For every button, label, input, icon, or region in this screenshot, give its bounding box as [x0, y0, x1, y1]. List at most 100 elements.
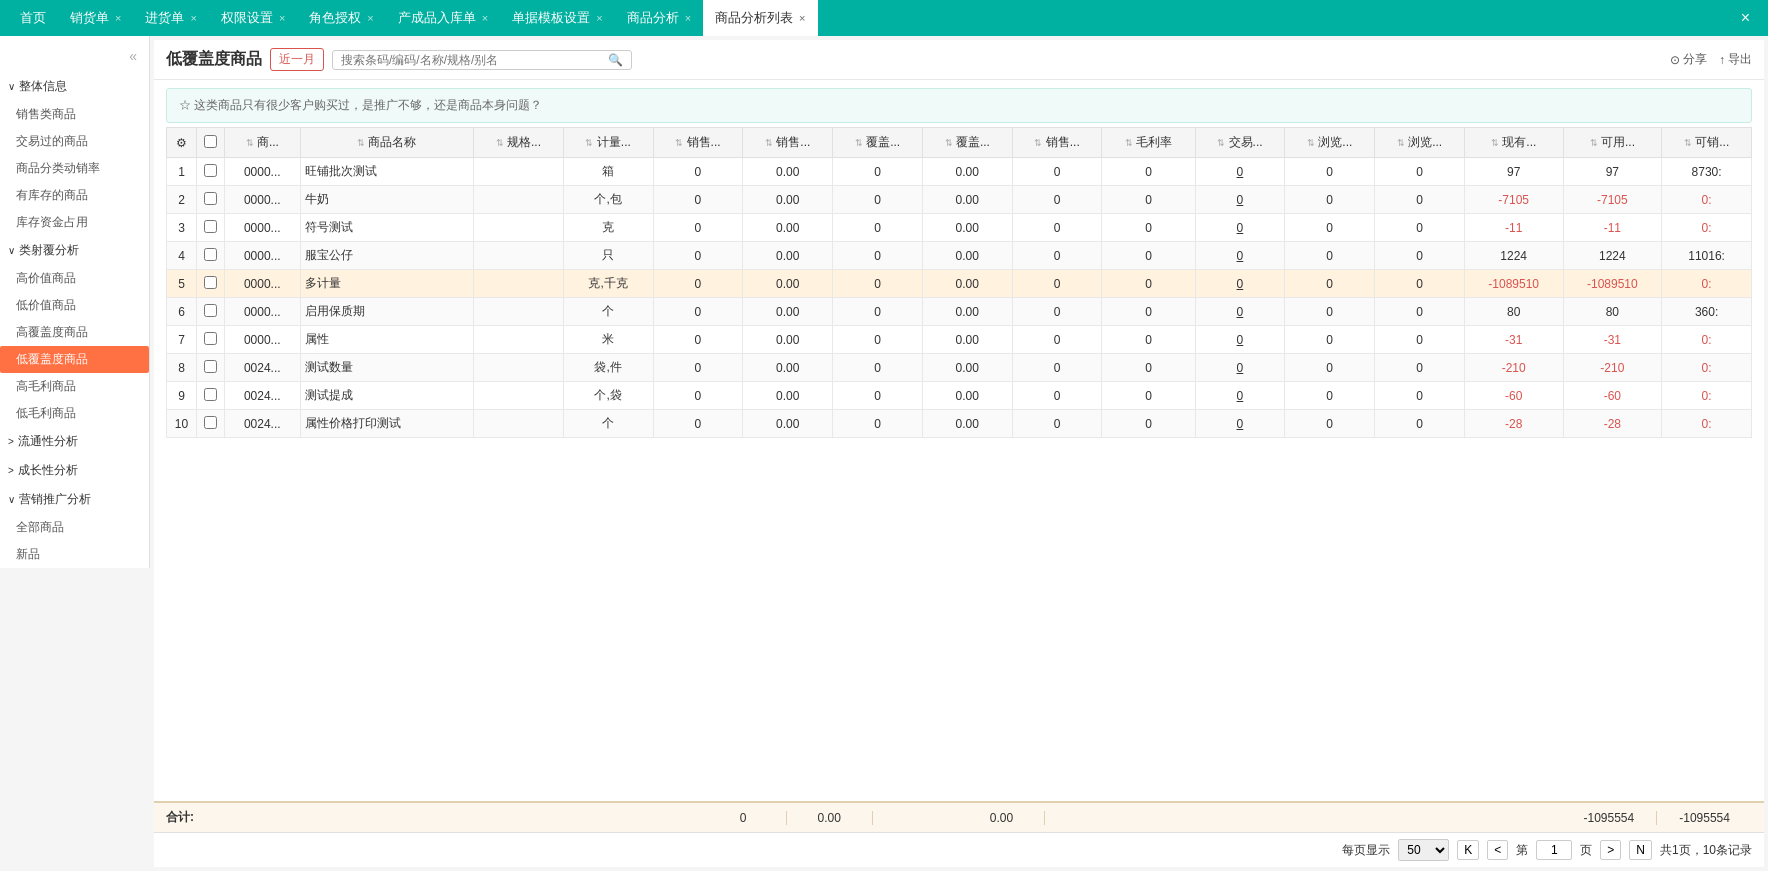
close-icon[interactable]: ×: [596, 12, 602, 24]
nav-product-analysis-list[interactable]: 商品分析列表 ×: [703, 0, 817, 36]
row-code: 0000...: [225, 158, 301, 186]
row-sales-qty: 0: [653, 242, 743, 270]
row-coverage1: 0: [833, 298, 923, 326]
search-icon[interactable]: 🔍: [608, 53, 623, 67]
sidebar-item-all-products[interactable]: 全部商品: [0, 514, 149, 541]
prev-page-button[interactable]: <: [1487, 840, 1508, 860]
row-sales-num: 0: [1012, 158, 1102, 186]
col-sales-amt[interactable]: ⇅ 销售...: [743, 128, 833, 158]
select-all-checkbox[interactable]: [204, 135, 217, 148]
row-sales-qty: 0: [653, 158, 743, 186]
col-available[interactable]: ⇅ 可销...: [1662, 128, 1752, 158]
nav-finished-goods[interactable]: 产成品入库单 ×: [386, 0, 500, 36]
row-checkbox[interactable]: [197, 186, 225, 214]
sort-icon: ⇅: [1590, 138, 1598, 148]
table-wrapper[interactable]: ⚙ ⇅ 商... ⇅ 商品名称 ⇅ 规格... ⇅ 计量... ⇅ 销售... …: [154, 127, 1764, 801]
sidebar-item-category-turnover[interactable]: 商品分类动销率: [0, 155, 149, 182]
first-page-button[interactable]: K: [1457, 840, 1479, 860]
row-unit: 箱: [563, 158, 653, 186]
last-page-button[interactable]: N: [1629, 840, 1652, 860]
sidebar-item-high-value[interactable]: 高价值商品: [0, 265, 149, 292]
row-checkbox[interactable]: [197, 382, 225, 410]
col-checkbox[interactable]: [197, 128, 225, 158]
share-button[interactable]: ⊙ 分享: [1670, 51, 1707, 68]
sidebar-item-stocked-products[interactable]: 有库存的商品: [0, 182, 149, 209]
col-unit[interactable]: ⇅ 计量...: [563, 128, 653, 158]
sidebar-item-high-coverage[interactable]: 高覆盖度商品: [0, 319, 149, 346]
row-checkbox[interactable]: [197, 214, 225, 242]
row-checkbox[interactable]: [197, 270, 225, 298]
col-settings[interactable]: ⚙: [167, 128, 197, 158]
row-unit: 克,千克: [563, 270, 653, 298]
row-checkbox[interactable]: [197, 298, 225, 326]
export-icon: ↑: [1719, 53, 1725, 67]
sidebar-section-liquidity[interactable]: > 流通性分析: [0, 427, 149, 456]
row-unit: 米: [563, 326, 653, 354]
sidebar-section-growth[interactable]: > 成长性分析: [0, 456, 149, 485]
close-icon[interactable]: ×: [482, 12, 488, 24]
row-checkbox[interactable]: [197, 410, 225, 438]
total-records-label: 共1页，10条记录: [1660, 842, 1752, 859]
nav-product-analysis[interactable]: 商品分析 ×: [615, 0, 703, 36]
col-view2[interactable]: ⇅ 浏览...: [1375, 128, 1465, 158]
row-sales-num: 0: [1012, 298, 1102, 326]
per-page-select[interactable]: 50 20 100: [1398, 839, 1449, 861]
sidebar-section-coverage[interactable]: ∨ 类射覆分析: [0, 236, 149, 265]
col-trade[interactable]: ⇅ 交易...: [1195, 128, 1285, 158]
sidebar-section-marketing[interactable]: ∨ 营销推广分析: [0, 485, 149, 514]
search-input[interactable]: [341, 53, 604, 67]
col-stock1[interactable]: ⇅ 现有...: [1464, 128, 1563, 158]
col-sales-num[interactable]: ⇅ 销售...: [1012, 128, 1102, 158]
col-view1[interactable]: ⇅ 浏览...: [1285, 128, 1375, 158]
close-icon[interactable]: ×: [685, 12, 691, 24]
row-trade: 0: [1195, 354, 1285, 382]
row-sales-num: 0: [1012, 270, 1102, 298]
nav-template-settings[interactable]: 单据模板设置 ×: [500, 0, 614, 36]
content-header: 低覆盖度商品 近一月 🔍 ⊙ 分享 ↑ 导出: [154, 40, 1764, 80]
row-checkbox[interactable]: [197, 326, 225, 354]
nav-purchase-order[interactable]: 进货单 ×: [133, 0, 208, 36]
col-spec[interactable]: ⇅ 规格...: [473, 128, 563, 158]
sidebar-section-overview[interactable]: ∨ 整体信息: [0, 72, 149, 101]
time-filter-button[interactable]: 近一月: [270, 48, 324, 71]
close-icon[interactable]: ×: [190, 12, 196, 24]
search-box: 🔍: [332, 50, 632, 70]
row-checkbox[interactable]: [197, 354, 225, 382]
row-checkbox[interactable]: [197, 242, 225, 270]
close-icon[interactable]: ×: [115, 12, 121, 24]
row-name: 多计量: [300, 270, 473, 298]
row-code: 0000...: [225, 326, 301, 354]
row-checkbox[interactable]: [197, 158, 225, 186]
col-code[interactable]: ⇅ 商...: [225, 128, 301, 158]
close-icon[interactable]: ×: [279, 12, 285, 24]
col-coverage2[interactable]: ⇅ 覆盖...: [922, 128, 1012, 158]
sidebar-collapse-button[interactable]: «: [125, 44, 141, 68]
sidebar-item-low-margin[interactable]: 低毛利商品: [0, 400, 149, 427]
sidebar: « ∨ 整体信息 销售类商品 交易过的商品 商品分类动销率 有库存的商品 库存资…: [0, 36, 150, 568]
next-page-button[interactable]: >: [1600, 840, 1621, 860]
close-icon[interactable]: ×: [367, 12, 373, 24]
sort-icon: ⇅: [246, 138, 254, 148]
sidebar-item-high-margin[interactable]: 高毛利商品: [0, 373, 149, 400]
export-button[interactable]: ↑ 导出: [1719, 51, 1752, 68]
window-close-button[interactable]: ×: [1731, 9, 1760, 27]
col-stock2[interactable]: ⇅ 可用...: [1563, 128, 1662, 158]
nav-permissions[interactable]: 权限设置 ×: [209, 0, 297, 36]
col-coverage1[interactable]: ⇅ 覆盖...: [833, 128, 923, 158]
sidebar-item-stock-capital[interactable]: 库存资金占用: [0, 209, 149, 236]
sidebar-item-sales-products[interactable]: 销售类商品: [0, 101, 149, 128]
row-no: 9: [167, 382, 197, 410]
sidebar-item-low-coverage[interactable]: 低覆盖度商品: [0, 346, 149, 373]
sidebar-item-traded-products[interactable]: 交易过的商品: [0, 128, 149, 155]
col-sales-qty[interactable]: ⇅ 销售...: [653, 128, 743, 158]
sidebar-item-new-products[interactable]: 新品: [0, 541, 149, 568]
nav-home[interactable]: 首页: [8, 0, 58, 36]
col-margin[interactable]: ⇅ 毛利率: [1102, 128, 1195, 158]
col-name[interactable]: ⇅ 商品名称: [300, 128, 473, 158]
page-number-input[interactable]: [1536, 840, 1572, 860]
nav-roles[interactable]: 角色授权 ×: [297, 0, 385, 36]
sidebar-item-low-value[interactable]: 低价值商品: [0, 292, 149, 319]
row-no: 2: [167, 186, 197, 214]
nav-sales-order[interactable]: 销货单 ×: [58, 0, 133, 36]
close-icon[interactable]: ×: [799, 12, 805, 24]
